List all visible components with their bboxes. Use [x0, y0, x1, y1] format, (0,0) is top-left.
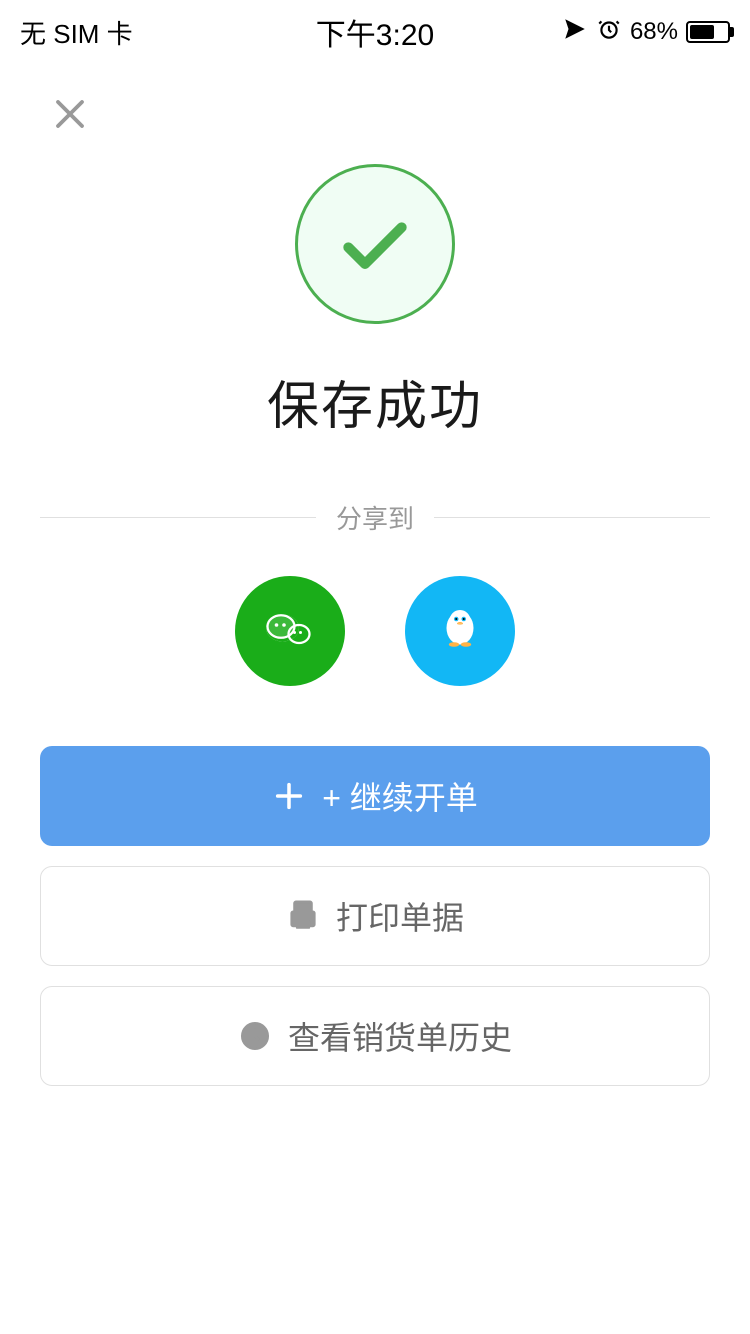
battery-icon: [686, 21, 730, 43]
close-button[interactable]: [40, 84, 100, 144]
battery-percent: 68%: [630, 18, 678, 46]
main-content: 保存成功 分享到: [0, 64, 750, 1126]
status-right: 68%: [562, 16, 730, 49]
share-divider: 分享到: [40, 499, 710, 536]
success-icon-circle: [295, 164, 455, 324]
qq-share-button[interactable]: [405, 576, 515, 686]
success-title: 保存成功: [267, 364, 483, 439]
share-label: 分享到: [336, 499, 414, 536]
alarm-icon: [596, 16, 622, 49]
status-left: 无 SIM 卡: [20, 14, 141, 51]
status-bar: 无 SIM 卡 下午3:20 68%: [0, 0, 750, 64]
action-buttons: + 继续开单 打印单据 查看销货单历史: [40, 746, 710, 1086]
history-label: 查看销货单历史: [288, 1013, 512, 1059]
location-icon: [562, 16, 588, 49]
print-label: 打印单据: [336, 893, 464, 939]
carrier-text: 无 SIM 卡: [20, 14, 133, 51]
divider-line-left: [40, 517, 316, 518]
history-button[interactable]: 查看销货单历史: [40, 986, 710, 1086]
status-time: 下午3:20: [316, 10, 434, 54]
continue-label: + 继续开单: [322, 773, 478, 819]
wechat-share-button[interactable]: [235, 576, 345, 686]
divider-line-right: [434, 517, 710, 518]
print-button[interactable]: 打印单据: [40, 866, 710, 966]
share-icons-container: [235, 576, 515, 686]
continue-button[interactable]: + 继续开单: [40, 746, 710, 846]
